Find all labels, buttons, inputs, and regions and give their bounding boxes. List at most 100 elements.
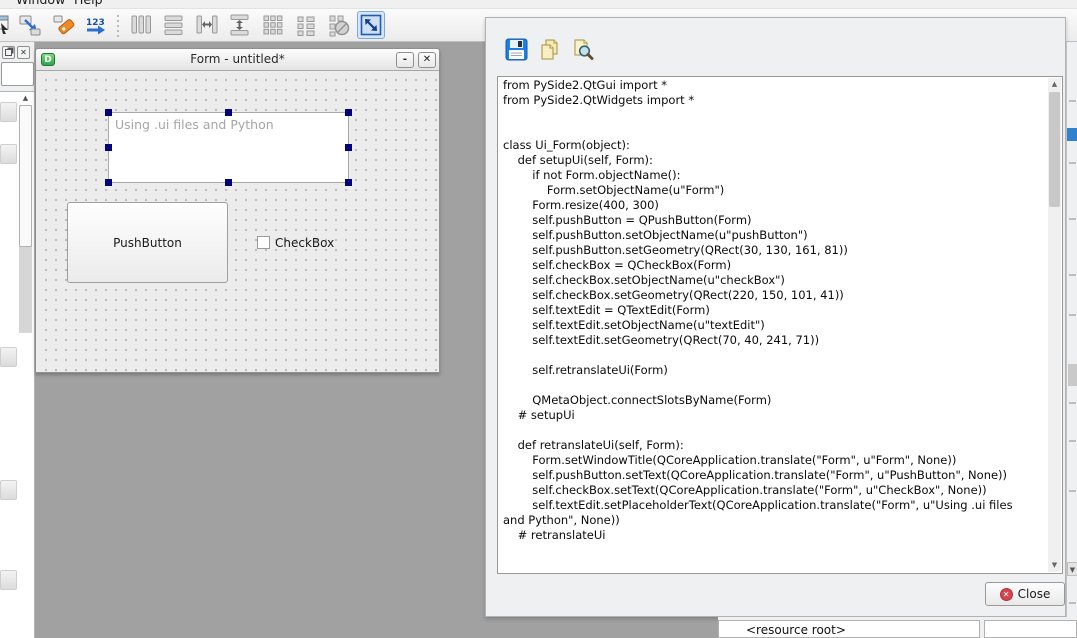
lay-out-form-layout-button[interactable]: [292, 11, 320, 39]
resource-browser-panel: <resource root>: [718, 617, 1077, 638]
form-canvas[interactable]: Using .ui files and Python PushButton Ch…: [37, 71, 438, 371]
resource-detail-pane[interactable]: [984, 620, 1077, 638]
close-button-label: Close: [1018, 587, 1051, 601]
widget-box-list[interactable]: ▲: [0, 91, 34, 638]
scroll-up-icon[interactable]: ▲: [19, 92, 32, 104]
code-line: [503, 108, 1046, 123]
resource-root-item[interactable]: <resource root>: [746, 623, 846, 637]
adjust-size-button[interactable]: [357, 11, 385, 39]
widget-box-scrollbar[interactable]: [19, 105, 32, 333]
widget-category-row[interactable]: [0, 480, 17, 500]
selected-row-edge[interactable]: [1067, 128, 1077, 141]
textedit-placeholder: Using .ui files and Python: [115, 117, 274, 132]
menu-window[interactable]: Window: [16, 0, 65, 7]
form-window-title: Form - untitled*: [36, 52, 439, 66]
edit-widgets-button[interactable]: [0, 11, 15, 39]
copy-icon: [538, 38, 561, 61]
selection-handle[interactable]: [105, 179, 112, 186]
form-window-titlebar[interactable]: D Form - untitled* - ✕: [36, 49, 439, 71]
selection-handle[interactable]: [225, 109, 232, 116]
code-line: self.pushButton.setObjectName(u"pushButt…: [503, 228, 1046, 243]
edit-signals-slots-button[interactable]: [16, 11, 44, 39]
panel-row-edge: [1069, 602, 1076, 604]
qt-designer-screen: Window Help 123: [0, 0, 1077, 638]
lay-out-grid-button[interactable]: [259, 11, 287, 39]
code-line: def setupUi(self, Form):: [503, 153, 1046, 168]
code-line: self.textEdit.setGeometry(QRect(70, 40, …: [503, 333, 1046, 348]
code-line: def retranslateUi(self, Form):: [503, 438, 1046, 453]
layout-vertical-icon: [162, 13, 186, 37]
panel-row-edge: [1069, 274, 1076, 276]
code-line: self.checkBox.setGeometry(QRect(220, 150…: [503, 288, 1046, 303]
checkbox-label: CheckBox: [275, 236, 334, 250]
find-button[interactable]: [569, 36, 595, 62]
panel-row-edge: [1069, 314, 1076, 316]
code-line: self.checkBox.setText(QCoreApplication.t…: [503, 483, 1046, 498]
find-icon: [571, 38, 594, 61]
form-minimize-button[interactable]: -: [396, 52, 414, 68]
widget-filter-input[interactable]: [1, 62, 34, 86]
code-line: # setupUi: [503, 408, 1046, 423]
layout-grid-icon: [261, 13, 285, 37]
panel-row-edge: [1069, 162, 1076, 164]
widget-category-row[interactable]: [0, 570, 17, 590]
menubar: Window Help: [0, 0, 1077, 9]
panel-scroll-thumb[interactable]: [1068, 364, 1077, 386]
code-line: from PySide2.QtWidgets import *: [503, 93, 1046, 108]
view-code-dialog: from PySide2.QtGui import *from PySide2.…: [485, 17, 1066, 617]
code-line: from PySide2.QtGui import *: [503, 78, 1046, 93]
generated-code: from PySide2.QtGui import *from PySide2.…: [498, 78, 1046, 573]
dock-float-button[interactable]: [2, 46, 15, 59]
scrollbar-thumb[interactable]: [19, 105, 32, 247]
edit-tab-order-button[interactable]: 123: [82, 11, 110, 39]
close-button[interactable]: ✕ Close: [985, 582, 1065, 606]
save-button[interactable]: [503, 36, 529, 62]
checkbox-indicator[interactable]: [257, 236, 270, 249]
selection-handle[interactable]: [345, 144, 352, 151]
selection-handle[interactable]: [105, 109, 112, 116]
edit-buddies-button[interactable]: [50, 11, 78, 39]
code-line: [503, 378, 1046, 393]
layout-form-icon: [294, 13, 318, 37]
close-icon: ✕: [1000, 588, 1013, 601]
save-icon: [505, 38, 528, 61]
widget-category-row[interactable]: [0, 347, 17, 367]
selection-handle[interactable]: [345, 109, 352, 116]
scroll-down-icon[interactable]: ▼: [1048, 559, 1061, 572]
combo-dropdown-icon[interactable]: ▼: [1067, 562, 1077, 576]
resource-tree[interactable]: <resource root>: [718, 620, 980, 638]
edit-buddies-icon: [52, 13, 76, 37]
menu-help[interactable]: Help: [74, 0, 103, 7]
lay-out-vertically-button[interactable]: [160, 11, 188, 39]
code-line: # retranslateUi: [503, 528, 1046, 543]
form-close-button[interactable]: ✕: [418, 52, 436, 68]
selection-handle[interactable]: [225, 179, 232, 186]
code-line: Form.setWindowTitle(QCoreApplication.tra…: [503, 453, 1046, 468]
code-scrollbar[interactable]: ▲ ▼: [1048, 78, 1061, 572]
edit-tab-order-icon: 123: [84, 13, 108, 37]
lay-out-vertical-splitter-button[interactable]: [226, 11, 254, 39]
pushbutton-widget[interactable]: PushButton: [67, 202, 228, 283]
layout-horizontal-icon: [129, 13, 153, 37]
break-layout-button[interactable]: [325, 11, 353, 39]
scrollbar-thumb[interactable]: [1049, 92, 1060, 207]
checkbox-widget[interactable]: CheckBox: [257, 222, 358, 263]
textedit-widget[interactable]: Using .ui files and Python: [108, 112, 349, 183]
selection-handle[interactable]: [345, 179, 352, 186]
dock-close-button[interactable]: ✕: [17, 46, 30, 59]
copy-button[interactable]: [536, 36, 562, 62]
code-line: [503, 123, 1046, 138]
widget-category-row[interactable]: [0, 144, 17, 164]
widget-category-row[interactable]: [0, 102, 17, 122]
property-editor-panel: ▼: [1066, 42, 1077, 638]
scroll-up-icon[interactable]: ▲: [1048, 78, 1061, 91]
code-line: self.textEdit.setPlaceholderText(QCoreAp…: [503, 498, 1046, 513]
adjust-size-icon: [359, 13, 383, 37]
selection-handle[interactable]: [105, 144, 112, 151]
code-line: and Python", None)): [503, 513, 1046, 528]
code-line: [503, 348, 1046, 363]
code-text-area[interactable]: from PySide2.QtGui import *from PySide2.…: [497, 76, 1063, 574]
lay-out-horizontally-button[interactable]: [127, 11, 155, 39]
lay-out-horizontal-splitter-button[interactable]: [193, 11, 221, 39]
panel-row-edge: [1069, 218, 1076, 220]
